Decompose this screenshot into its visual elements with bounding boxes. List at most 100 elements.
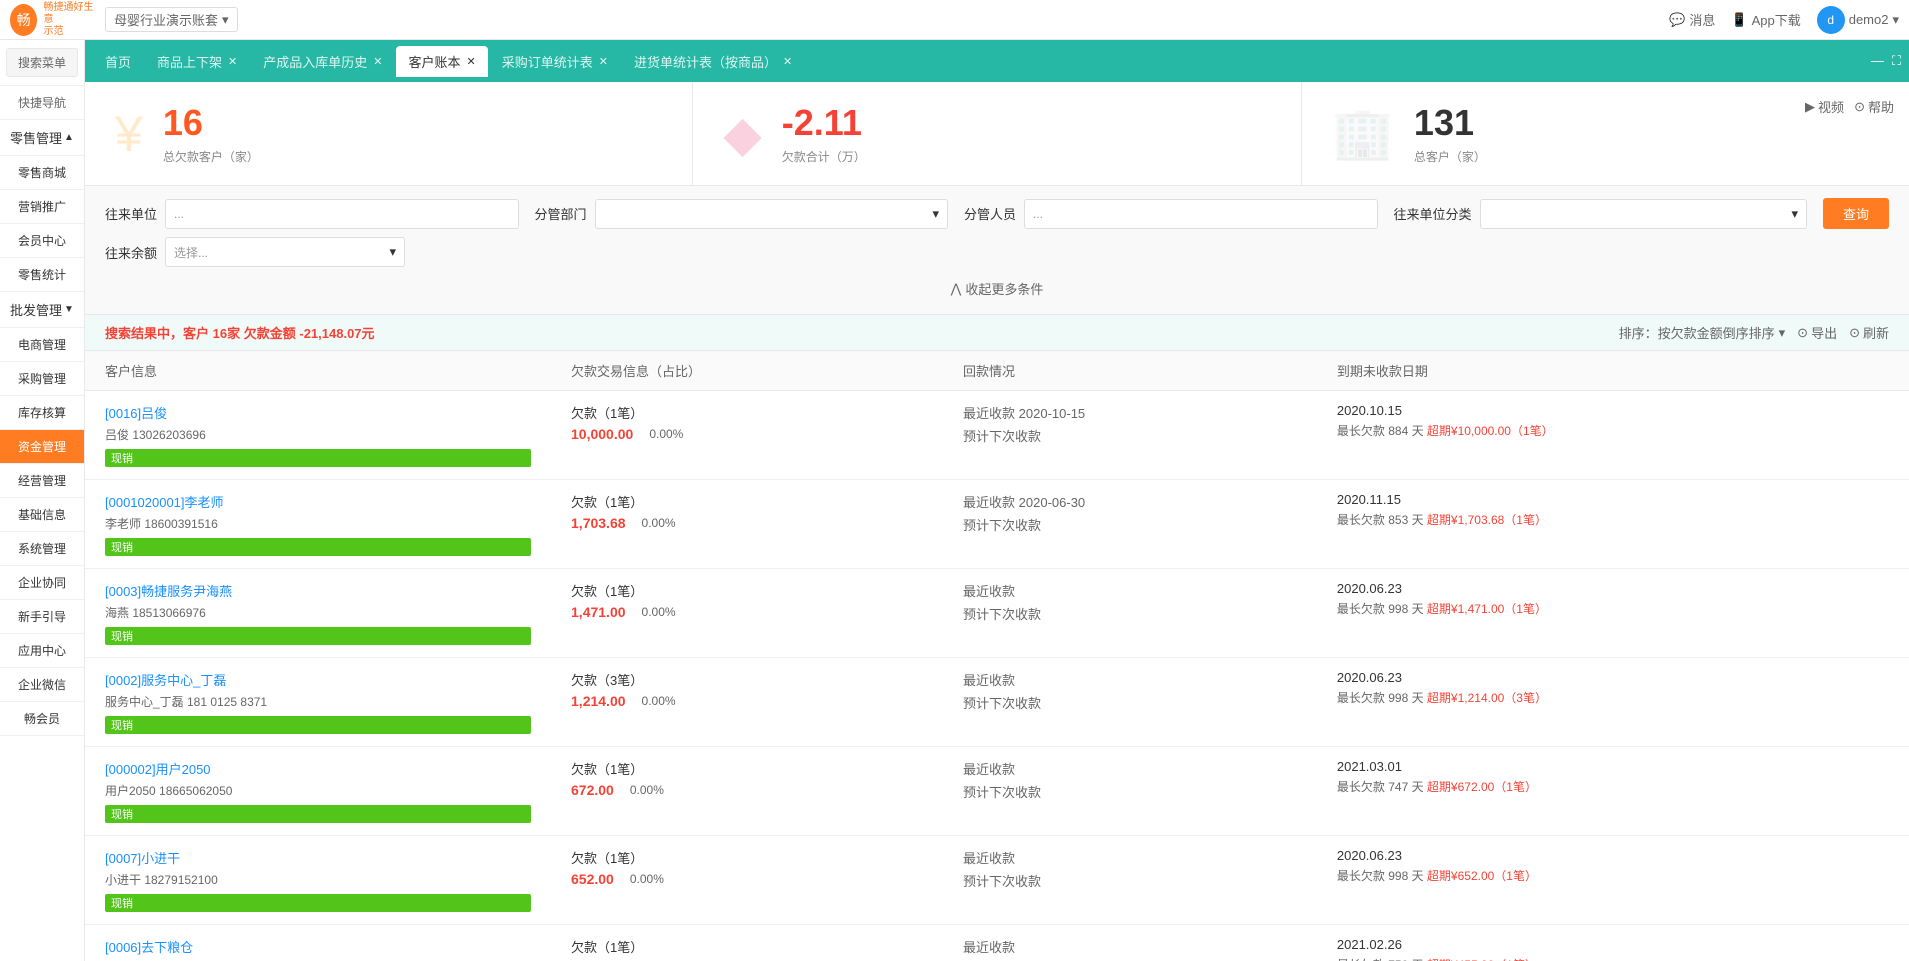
tab-product-status[interactable]: 商品上下架 ✕: [145, 46, 249, 77]
customer-name-link[interactable]: [0001020001]李老师: [105, 492, 531, 511]
cell-customer-1: [0001020001]李老师 李老师 18600391516 现销: [85, 480, 551, 569]
minimize-icon[interactable]: —: [1871, 53, 1884, 69]
balance-select[interactable]: 选择... ▾: [165, 237, 405, 267]
overdue-link[interactable]: 超期¥10,000.00（1笔）: [1427, 424, 1554, 438]
message-button[interactable]: 💬 消息: [1669, 10, 1715, 29]
customer-name-link[interactable]: [0006]去下粮仓: [105, 937, 531, 956]
export-button[interactable]: ⊙ 导出: [1797, 323, 1837, 342]
overdue-link[interactable]: 超期¥672.00（1笔）: [1427, 780, 1537, 794]
sort-select[interactable]: 排序：按欠款金额倒序排序 ▾: [1619, 323, 1786, 342]
sidebar-item-retail-mall[interactable]: 零售商城: [0, 156, 84, 190]
customer-name-link[interactable]: [0003]畅捷服务尹海燕: [105, 581, 531, 600]
sidebar-item-retail-stats[interactable]: 零售统计: [0, 258, 84, 292]
stat-label-debt-customers: 总欠款客户（家）: [163, 148, 259, 165]
sidebar-item-operations[interactable]: 经营管理: [0, 464, 84, 498]
tab-purchase-product-stats[interactable]: 进货单统计表（按商品） ✕: [622, 46, 804, 77]
stat-number-debt-total: -2.11: [782, 102, 866, 144]
cell-customer-0: [0016]吕俊 吕俊 13026203696 现销: [85, 391, 551, 480]
sidebar-item-chang-member[interactable]: 畅会员: [0, 702, 84, 736]
chevron-down-icon: ▾: [222, 12, 229, 28]
chevron-down-icon: ▾: [1892, 12, 1899, 28]
results-summary: 搜索结果中，客户 16家 欠款金额 -21,148.07元: [105, 323, 375, 342]
table-header: 客户信息 欠款交易信息（占比） 回款情况 到期未收款日期: [85, 351, 1909, 391]
refresh-button[interactable]: ⊙ 刷新: [1849, 323, 1889, 342]
logo-text: 畅捷通好生意 示范: [43, 2, 95, 38]
app-download-button[interactable]: 📱 App下载: [1731, 10, 1800, 29]
sidebar-item-member-center[interactable]: 会员中心: [0, 224, 84, 258]
table-row: [0006]去下粮仓 陈小希 现销 欠款（1笔） 455.90 0.00% 最近…: [85, 925, 1909, 961]
tab-product-history[interactable]: 产成品入库单历史 ✕: [251, 46, 394, 77]
cell-debt-4: 欠款（1笔） 672.00 0.00%: [551, 747, 943, 836]
sidebar-item-purchase[interactable]: 采购管理: [0, 362, 84, 396]
col-header-due: 到期未收款日期: [1317, 351, 1909, 391]
stat-icon-building: 🏢: [1332, 104, 1394, 163]
industry-selector[interactable]: 母婴行业演示账套 ▾: [105, 7, 238, 32]
customer-contact: 小进干 18279152100: [105, 871, 531, 888]
stat-label-total-customers: 总客户（家）: [1414, 148, 1486, 165]
sidebar-item-enterprise-wechat[interactable]: 企业微信: [0, 668, 84, 702]
debt-amount-link[interactable]: 1,214.00: [571, 693, 626, 709]
sidebar-item-basic-info[interactable]: 基础信息: [0, 498, 84, 532]
sidebar-item-quick-nav[interactable]: 快捷导航: [0, 86, 84, 120]
close-icon[interactable]: ✕: [373, 55, 382, 68]
chevron-down-icon: ▾: [1779, 325, 1786, 341]
tab-home[interactable]: 首页: [93, 46, 143, 77]
logo-icon: 畅: [10, 4, 37, 36]
user-menu[interactable]: d demo2 ▾: [1817, 6, 1899, 34]
sidebar-item-wholesale-mgmt[interactable]: 批发管理 ▼: [0, 292, 84, 328]
cell-customer-3: [0002]服务中心_丁磊 服务中心_丁磊 181 0125 8371 现销: [85, 658, 551, 747]
sidebar-item-finance[interactable]: 资金管理: [0, 430, 84, 464]
stat-number-debt-customers: 16: [163, 102, 259, 144]
close-icon[interactable]: ✕: [783, 55, 792, 68]
top-bar: 畅 畅捷通好生意 示范 母婴行业演示账套 ▾ 💬 消息 📱 App下载 d de…: [0, 0, 1909, 40]
sidebar-item-retail-mgmt[interactable]: 零售管理 ▲: [0, 120, 84, 156]
query-button[interactable]: 查询: [1823, 198, 1889, 229]
debt-amount-link[interactable]: 672.00: [571, 782, 614, 798]
unit-category-select[interactable]: ▾: [1480, 199, 1807, 229]
cell-recovery-5: 最近收款 预计下次收款: [943, 836, 1317, 925]
page-content: ¥ 16 总欠款客户（家） ◆ -2.11 欠款合计（万）: [85, 82, 1909, 961]
cell-debt-0: 欠款（1笔） 10,000.00 0.00%: [551, 391, 943, 480]
customer-name-link[interactable]: [0016]吕俊: [105, 403, 531, 422]
close-icon[interactable]: ✕: [467, 55, 476, 68]
sidebar-item-ecommerce[interactable]: 电商管理: [0, 328, 84, 362]
customer-contact: 李老师 18600391516: [105, 515, 531, 532]
video-icon: ▶: [1805, 99, 1815, 115]
sidebar-item-enterprise-collab[interactable]: 企业协同: [0, 566, 84, 600]
debt-amount-link[interactable]: 1,471.00: [571, 604, 626, 620]
from-unit-input[interactable]: ...: [165, 199, 518, 229]
sidebar-item-marketing[interactable]: 营销推广: [0, 190, 84, 224]
video-button[interactable]: ▶ 视频: [1805, 97, 1844, 116]
search-menu-button[interactable]: 搜索菜单: [6, 48, 78, 77]
debt-amount-link[interactable]: 10,000.00: [571, 426, 633, 442]
overdue-link[interactable]: 超期¥652.00（1笔）: [1427, 869, 1537, 883]
debt-amount-link[interactable]: 652.00: [571, 871, 614, 887]
close-icon[interactable]: ✕: [228, 55, 237, 68]
close-icon[interactable]: ✕: [599, 55, 608, 68]
help-button[interactable]: ⊙ 帮助: [1854, 97, 1894, 116]
stat-icon-diamond: ◆: [723, 105, 761, 163]
tab-purchase-stats[interactable]: 采购订单统计表 ✕: [490, 46, 620, 77]
tab-customer-account[interactable]: 客户账本 ✕: [396, 46, 487, 77]
export-icon: ⊙: [1797, 325, 1808, 341]
sidebar-item-app-center[interactable]: 应用中心: [0, 634, 84, 668]
customer-name-link[interactable]: [000002]用户2050: [105, 759, 531, 778]
sidebar-item-system[interactable]: 系统管理: [0, 532, 84, 566]
data-table: 客户信息 欠款交易信息（占比） 回款情况 到期未收款日期 [0016]吕俊 吕俊…: [85, 351, 1909, 961]
sidebar-item-beginner-guide[interactable]: 新手引导: [0, 600, 84, 634]
overdue-link[interactable]: 超期¥1,703.68（1笔）: [1427, 513, 1547, 527]
collapse-button[interactable]: ⋀ 收起更多条件: [951, 279, 1044, 298]
customer-name-link[interactable]: [0002]服务中心_丁磊: [105, 670, 531, 689]
sidebar-search-area: 搜索菜单: [0, 40, 84, 86]
customer-name-link[interactable]: [0007]小进干: [105, 848, 531, 867]
maximize-icon[interactable]: ⛶: [1892, 53, 1901, 69]
dept-select[interactable]: ▾: [595, 199, 948, 229]
manager-input[interactable]: ...: [1024, 199, 1377, 229]
cell-due-4: 2021.03.01 最长欠款 747 天 超期¥672.00（1笔）: [1317, 747, 1909, 836]
cell-recovery-6: 最近收款 预计下次收款: [943, 925, 1317, 961]
overdue-link[interactable]: 超期¥1,214.00（3笔）: [1427, 691, 1547, 705]
debt-amount-link[interactable]: 1,703.68: [571, 515, 626, 531]
sidebar-item-inventory[interactable]: 库存核算: [0, 396, 84, 430]
overdue-link[interactable]: 超期¥1,471.00（1笔）: [1427, 602, 1547, 616]
customer-contact: 服务中心_丁磊 181 0125 8371: [105, 693, 531, 710]
